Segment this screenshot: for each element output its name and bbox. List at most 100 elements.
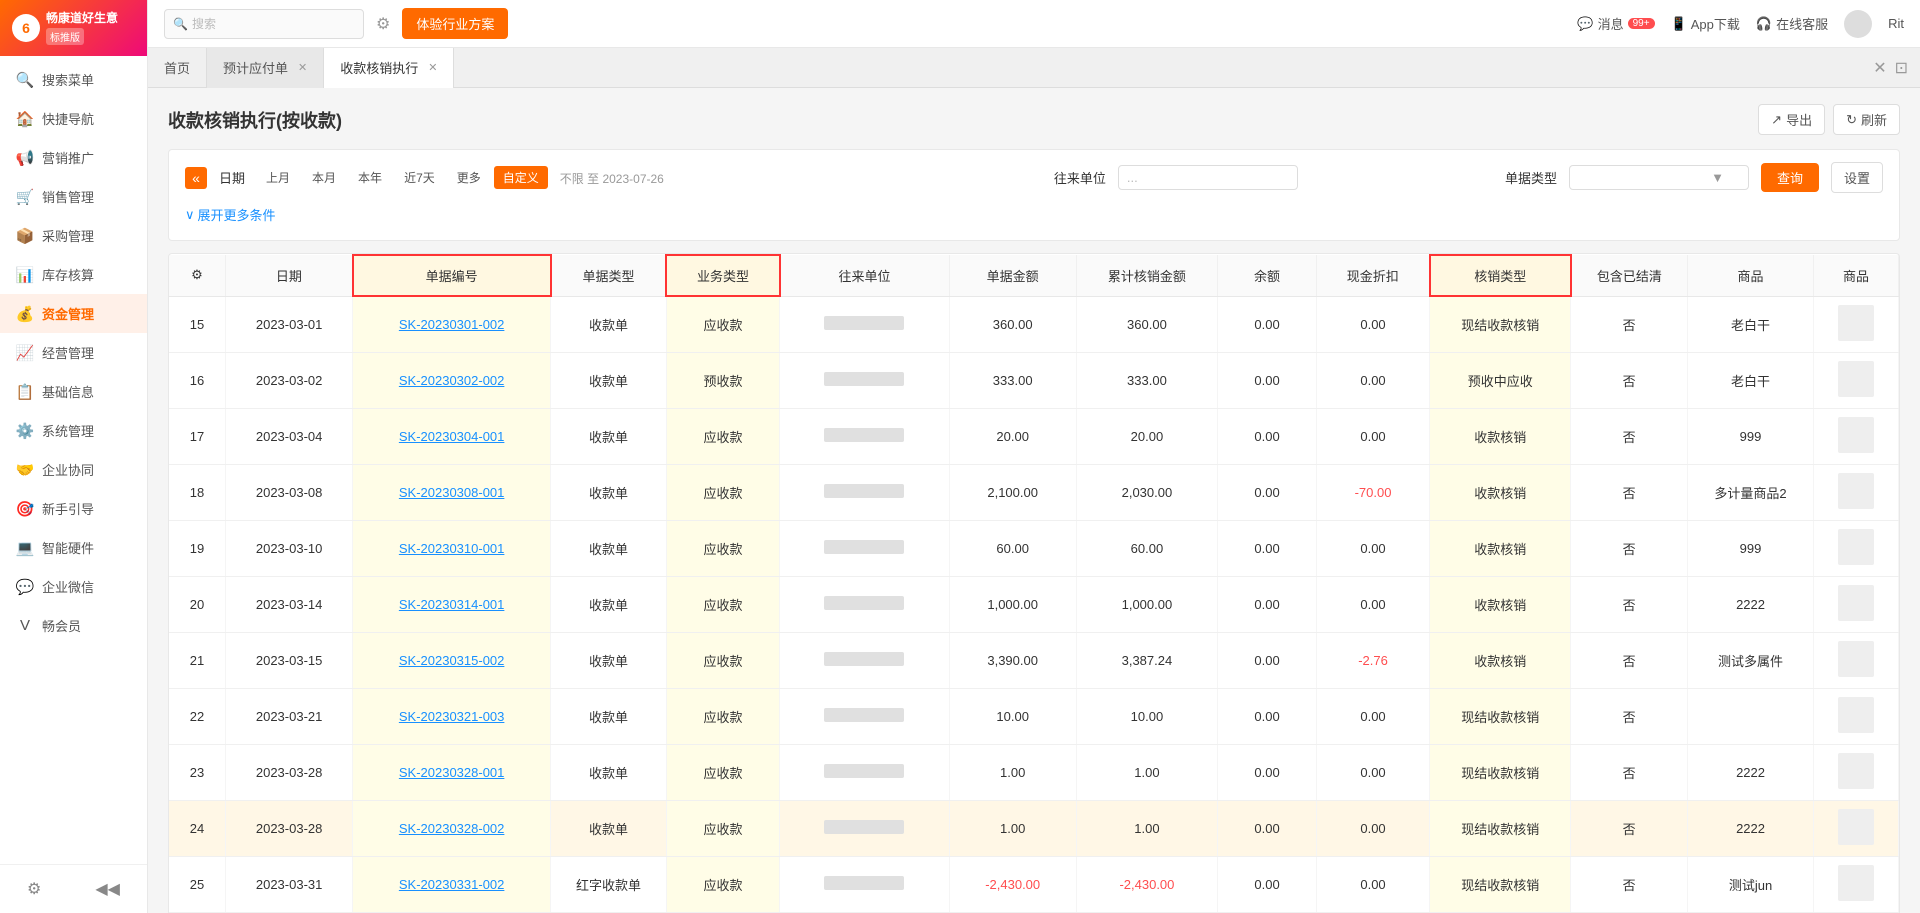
cell-bill-no-5[interactable]: SK-20230314-001 (353, 576, 551, 632)
search-box[interactable]: 🔍 搜索 (164, 9, 364, 39)
table-row: 15 2023-03-01 SK-20230301-002 收款单 应收款 36… (169, 296, 1899, 352)
page-title: 收款核销执行(按收款) (168, 107, 342, 133)
col-verify-type: 核销类型 (1430, 255, 1571, 296)
cell-bill-no-1[interactable]: SK-20230302-002 (353, 352, 551, 408)
user-avatar[interactable] (1844, 10, 1872, 38)
sidebar-logo: 6 畅康道好生意 标推版 (0, 0, 147, 56)
sidebar-item-member[interactable]: V 畅会员 (0, 606, 147, 645)
sidebar-item-basic[interactable]: 📋 基础信息 (0, 372, 147, 411)
this-year-btn[interactable]: 本年 (349, 166, 391, 189)
sidebar-item-marketing[interactable]: 📢 营销推广 (0, 138, 147, 177)
cell-bill-no-6[interactable]: SK-20230315-002 (353, 632, 551, 688)
cell-discount-2: 0.00 (1317, 408, 1430, 464)
cell-verify-type-9: 现结收款核销 (1430, 800, 1571, 856)
sidebar-item-guide[interactable]: 🎯 新手引导 (0, 489, 147, 528)
tab-collection[interactable]: 收款核销执行 ✕ (324, 48, 454, 88)
tab-home[interactable]: 首页 (148, 48, 207, 88)
topbar: 🔍 搜索 ⚙ 体验行业方案 💬 消息 99+ 📱 App下载 🎧 在线客服 Ri… (148, 0, 1920, 48)
cell-date-10: 2023-03-31 (226, 856, 353, 912)
cell-num-3: 18 (169, 464, 226, 520)
export-button[interactable]: ↗ 导出 (1758, 104, 1825, 135)
cell-biz-type-5: 应收款 (666, 576, 779, 632)
sidebar-item-search[interactable]: 🔍 搜索菜单 (0, 60, 147, 99)
filter-collapse-btn[interactable]: « (185, 167, 207, 189)
partner-input[interactable]: ... (1118, 165, 1298, 190)
date-buttons: 上月 本月 本年 近7天 更多 自定义 (257, 166, 548, 189)
table-row: 22 2023-03-21 SK-20230321-003 收款单 应收款 10… (169, 688, 1899, 744)
sidebar-item-system[interactable]: ⚙️ 系统管理 (0, 411, 147, 450)
sidebar-item-purchase[interactable]: 📦 采购管理 (0, 216, 147, 255)
data-table: ⚙ 日期 单据编号 单据类型 业务类型 往来单位 单据金额 累计核销金额 余额 … (169, 254, 1899, 913)
sidebar-icon-operations: 📈 (16, 344, 34, 362)
cell-product-1: 老白干 (1687, 352, 1813, 408)
sidebar-item-finance[interactable]: 💰 资金管理 (0, 294, 147, 333)
col-verified: 累计核销金额 (1076, 255, 1217, 296)
filter-row-1: « 日期 上月 本月 本年 近7天 更多 自定义 不限 至 2023-07-26… (185, 162, 1883, 193)
this-month-btn[interactable]: 本月 (303, 166, 345, 189)
tab-prepay[interactable]: 预计应付单 ✕ (207, 48, 324, 88)
col-partner: 往来单位 (780, 255, 950, 296)
online-service-item[interactable]: 🎧 在线客服 (1756, 14, 1828, 33)
cell-bill-no-7[interactable]: SK-20230321-003 (353, 688, 551, 744)
tab-expand-icon[interactable]: ⊡ (1895, 58, 1908, 78)
custom-date-btn[interactable]: 自定义 (494, 166, 548, 189)
last-month-btn[interactable]: 上月 (257, 166, 299, 189)
col-product2: 商品 (1814, 255, 1899, 296)
sidebar-icon-sales: 🛒 (16, 188, 34, 206)
cell-product2-7 (1814, 688, 1899, 744)
cell-product-8: 2222 (1687, 744, 1813, 800)
last-7-days-btn[interactable]: 近7天 (395, 166, 444, 189)
cell-amount-1: 333.00 (949, 352, 1076, 408)
app-icon: 📱 (1671, 16, 1687, 32)
cell-bill-no-4[interactable]: SK-20230310-001 (353, 520, 551, 576)
cell-bill-no-2[interactable]: SK-20230304-001 (353, 408, 551, 464)
sidebar-item-operations[interactable]: 📈 经营管理 (0, 333, 147, 372)
tab-prepay-close[interactable]: ✕ (298, 61, 307, 74)
more-dates-btn[interactable]: 更多 (448, 166, 490, 189)
sidebar-item-enterprise[interactable]: 🤝 企业协同 (0, 450, 147, 489)
refresh-button[interactable]: ↻ 刷新 (1833, 104, 1900, 135)
settings-button[interactable]: 设置 (1831, 162, 1883, 193)
cell-include-settled-1: 否 (1571, 352, 1688, 408)
sidebar-collapse-btn[interactable]: ◀◀ (85, 873, 130, 905)
messages-item[interactable]: 💬 消息 99+ (1577, 14, 1654, 33)
expand-conditions-btn[interactable]: ∨ 展开更多条件 (185, 201, 1883, 228)
settings-icon[interactable]: ⚙ (376, 14, 390, 34)
sidebar-item-hardware[interactable]: 💻 智能硬件 (0, 528, 147, 567)
cell-partner-5 (780, 576, 950, 632)
col-settings[interactable]: ⚙ (169, 255, 226, 296)
export-icon: ↗ (1771, 112, 1782, 128)
sidebar-item-wechat[interactable]: 💬 企业微信 (0, 567, 147, 606)
date-filter-label: 日期 (219, 168, 245, 187)
cell-bill-no-9[interactable]: SK-20230328-002 (353, 800, 551, 856)
bill-type-select[interactable]: ▼ (1569, 165, 1749, 190)
cell-verified-8: 1.00 (1076, 744, 1217, 800)
query-button[interactable]: 查询 (1761, 163, 1819, 192)
tab-collection-close[interactable]: ✕ (428, 61, 437, 74)
cell-bill-no-10[interactable]: SK-20230331-002 (353, 856, 551, 912)
app-download-item[interactable]: 📱 App下载 (1671, 14, 1740, 33)
cell-product2-2 (1814, 408, 1899, 464)
cell-num-5: 20 (169, 576, 226, 632)
cell-bill-no-8[interactable]: SK-20230328-001 (353, 744, 551, 800)
sidebar-item-quicknav[interactable]: 🏠 快捷导航 (0, 99, 147, 138)
cell-bill-no-0[interactable]: SK-20230301-002 (353, 296, 551, 352)
cell-amount-9: 1.00 (949, 800, 1076, 856)
sidebar-label-quicknav: 快捷导航 (42, 109, 94, 128)
sidebar-item-inventory[interactable]: 📊 库存核算 (0, 255, 147, 294)
table-row: 24 2023-03-28 SK-20230328-002 收款单 应收款 1.… (169, 800, 1899, 856)
tab-close-icon[interactable]: ✕ (1873, 58, 1886, 78)
cell-bill-no-3[interactable]: SK-20230308-001 (353, 464, 551, 520)
cell-amount-0: 360.00 (949, 296, 1076, 352)
search-placeholder: 搜索 (192, 15, 216, 32)
solution-button[interactable]: 体验行业方案 (402, 8, 508, 39)
sidebar-settings-btn[interactable]: ⚙ (17, 873, 51, 905)
cell-include-settled-9: 否 (1571, 800, 1688, 856)
cell-biz-type-1: 预收款 (666, 352, 779, 408)
cell-verified-5: 1,000.00 (1076, 576, 1217, 632)
cell-bill-type-8: 收款单 (551, 744, 667, 800)
sidebar-item-sales[interactable]: 🛒 销售管理 (0, 177, 147, 216)
cell-partner-2 (780, 408, 950, 464)
table-scroll[interactable]: ⚙ 日期 单据编号 单据类型 业务类型 往来单位 单据金额 累计核销金额 余额 … (169, 254, 1899, 913)
sidebar-label-marketing: 营销推广 (42, 148, 94, 167)
